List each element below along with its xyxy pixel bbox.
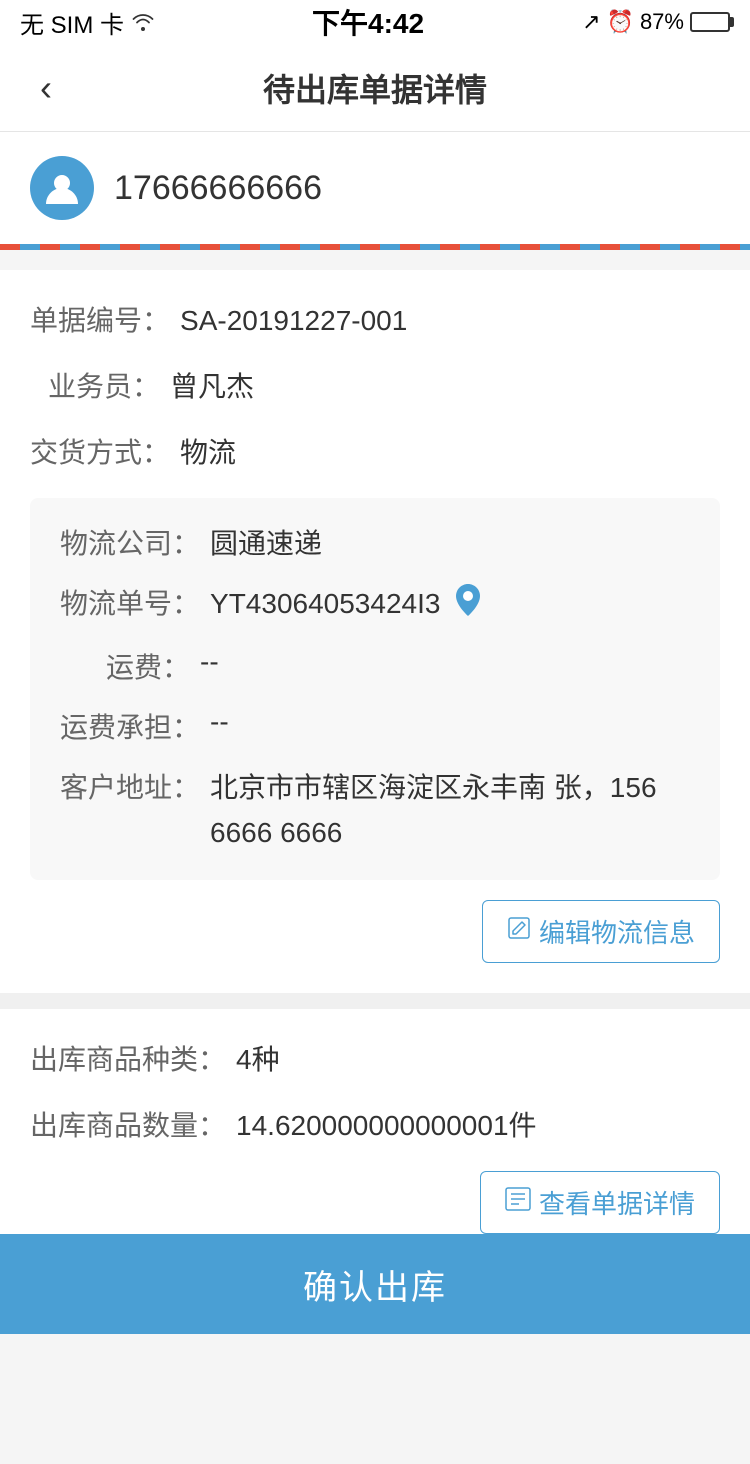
freight-bearer-value: -- [210,706,690,738]
status-left: 无 SIM 卡 [20,5,154,40]
tracking-number-value: YT43064053424I3 [210,582,690,626]
logistics-company-value: 圆通速递 [210,522,690,562]
logistics-card: 物流公司： 圆通速递 物流单号： YT43064053424I3 运费： -- … [30,498,720,880]
status-time: 下午4:42 [312,2,424,42]
battery-icon [690,12,730,32]
confirm-bar: 确认出库 [0,1234,750,1334]
freight-label: 运费： [60,646,190,686]
edit-logistics-button[interactable]: 编辑物流信息 [482,900,720,963]
carrier-text: 无 SIM 卡 [20,5,124,40]
section-divider [0,993,750,1009]
view-details-label: 查看单据详情 [539,1184,695,1221]
sales-rep-row: 业务员： 曾凡杰 [30,366,720,408]
goods-types-value: 4种 [236,1039,720,1081]
sales-rep-label: 业务员： [30,366,160,408]
alarm-icon: ⏰ [607,9,634,35]
view-details-button[interactable]: 查看单据详情 [480,1171,720,1234]
status-bar: 无 SIM 卡 下午4:42 ↗ ⏰ 87% [0,0,750,44]
order-number-row: 单据编号： SA-20191227-001 [30,300,720,342]
nav-bar: ‹ 待出库单据详情 [0,44,750,132]
tracking-number-row: 物流单号： YT43064053424I3 [60,582,690,626]
goods-quantity-row: 出库商品数量： 14.620000000000001件 [30,1105,720,1147]
address-label: 客户地址： [60,766,200,806]
avatar-icon [42,168,82,208]
tracking-location-icon[interactable] [452,582,484,626]
sales-rep-value: 曾凡杰 [170,366,720,408]
goods-types-row: 出库商品种类： 4种 [30,1039,720,1081]
dashed-divider [0,244,750,250]
delivery-method-row: 交货方式： 物流 [30,432,720,474]
edit-logistics-container: 编辑物流信息 [30,900,720,963]
order-info-section: 单据编号： SA-20191227-001 业务员： 曾凡杰 交货方式： 物流 … [0,270,750,993]
goods-quantity-value: 14.620000000000001件 [236,1105,720,1147]
customer-phone: 17666666666 [114,169,322,208]
freight-bearer-label: 运费承担： [60,706,200,746]
tracking-number-label: 物流单号： [60,582,200,622]
freight-bearer-row: 运费承担： -- [60,706,690,746]
battery-percent: 87% [640,9,684,35]
goods-section: 出库商品种类： 4种 出库商品数量： 14.620000000000001件 查… [0,1009,750,1264]
edit-icon [507,916,531,947]
delivery-method-label: 交货方式： [30,432,170,474]
order-number-label: 单据编号： [30,300,170,342]
page-title: 待出库单据详情 [263,65,487,111]
status-right: ↗ ⏰ 87% [582,9,730,35]
goods-quantity-label: 出库商品数量： [30,1105,226,1147]
view-details-container: 查看单据详情 [30,1171,720,1234]
location-icon: ↗ [582,9,600,35]
address-value: 北京市市辖区海淀区永丰南 张，156 6666 6666 [210,766,690,856]
wifi-icon [132,13,154,31]
goods-types-label: 出库商品种类： [30,1039,226,1081]
confirm-button[interactable]: 确认出库 [303,1260,447,1309]
address-row: 客户地址： 北京市市辖区海淀区永丰南 张，156 6666 6666 [60,766,690,856]
delivery-method-value: 物流 [180,432,720,474]
customer-header: 17666666666 [0,132,750,244]
order-number-value: SA-20191227-001 [180,300,720,342]
logistics-company-label: 物流公司： [60,522,200,562]
edit-logistics-label: 编辑物流信息 [539,913,695,950]
freight-value: -- [200,646,690,678]
logistics-company-row: 物流公司： 圆通速递 [60,522,690,562]
freight-row: 运费： -- [60,646,690,686]
avatar [30,156,94,220]
back-button[interactable]: ‹ [30,57,62,119]
details-icon [505,1187,531,1218]
